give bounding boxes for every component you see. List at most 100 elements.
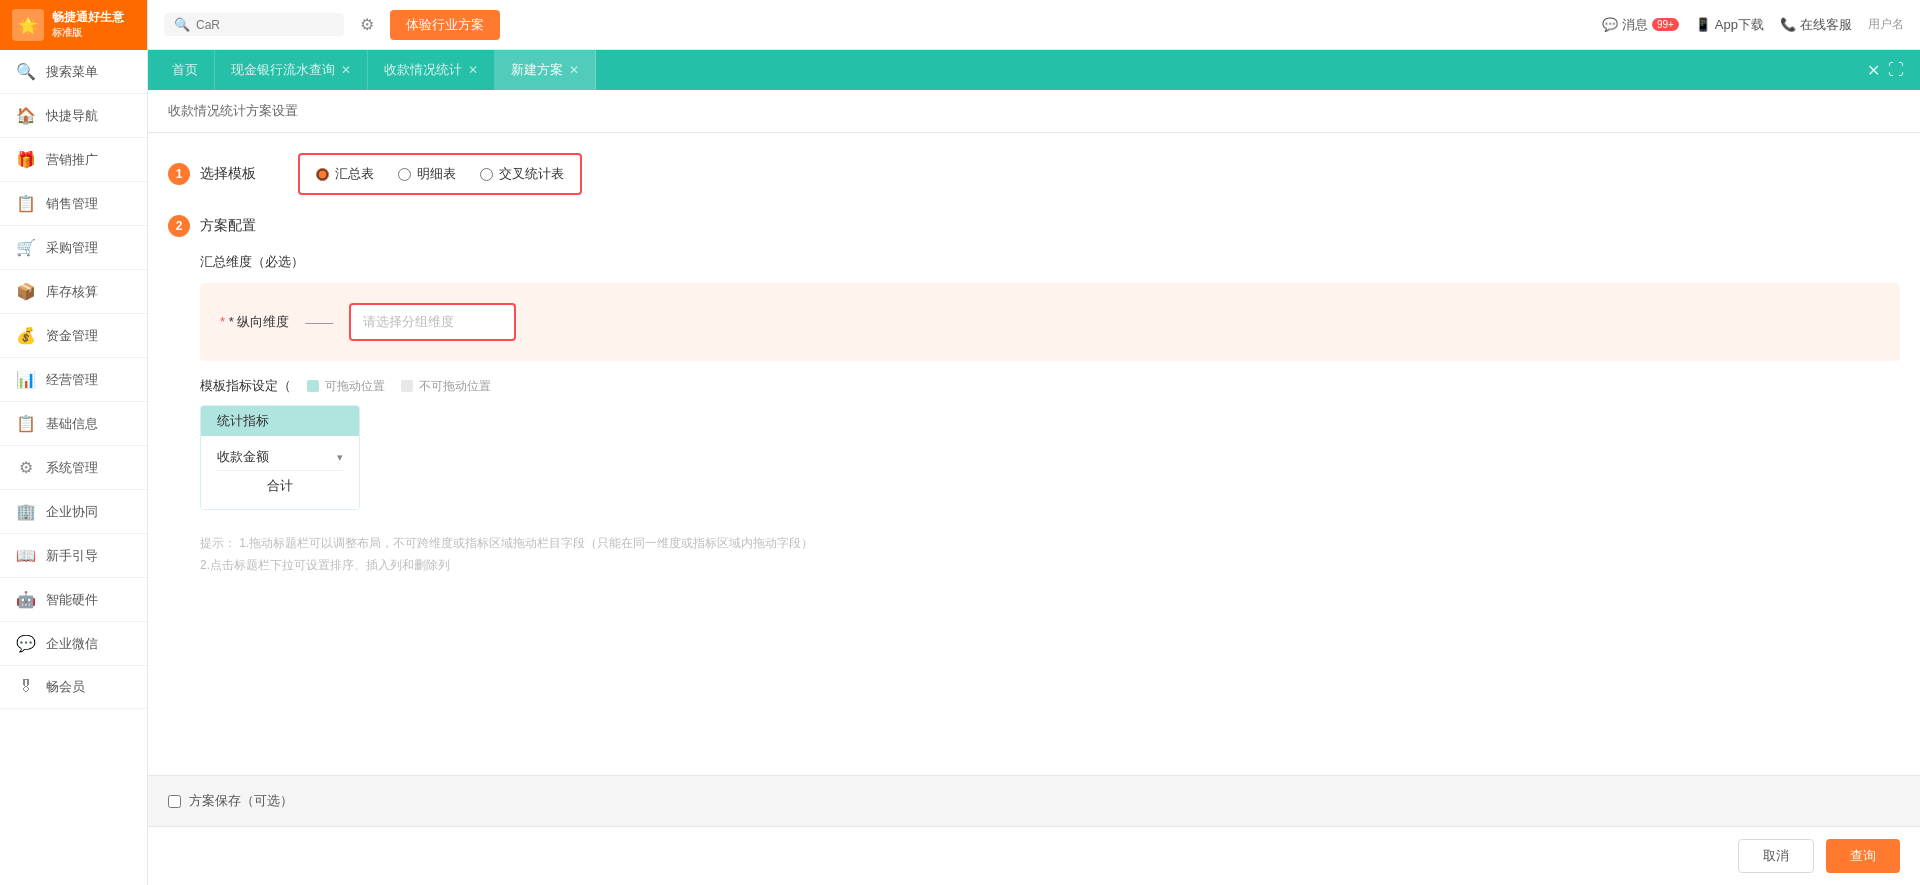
online-support-action[interactable]: 📞 在线客服: [1780, 16, 1852, 34]
cancel-button[interactable]: 取消: [1738, 839, 1814, 873]
sidebar-item-basic-info[interactable]: 📋 基础信息: [0, 402, 147, 446]
tab-home[interactable]: 首页: [156, 50, 215, 90]
page-header: 收款情况统计方案设置: [148, 90, 1920, 133]
sidebar-item-label: 新手引导: [46, 547, 98, 565]
tab-home-label: 首页: [172, 61, 198, 79]
radio-detail-input[interactable]: [398, 168, 411, 181]
sidebar-item-label: 畅会员: [46, 678, 85, 696]
non-draggable-dot: [401, 380, 413, 392]
radio-summary-input[interactable]: [316, 168, 329, 181]
message-icon: 💬: [1602, 17, 1618, 32]
sidebar-item-label: 系统管理: [46, 459, 98, 477]
sidebar-item-label: 销售管理: [46, 195, 98, 213]
enterprise-icon: 🏢: [16, 502, 36, 521]
tab-close-icon[interactable]: ✕: [569, 63, 579, 77]
message-action[interactable]: 💬 消息 99+: [1602, 16, 1679, 34]
query-button[interactable]: 查询: [1826, 839, 1900, 873]
sidebar-item-sales[interactable]: 📋 销售管理: [0, 182, 147, 226]
indicators-grid-header[interactable]: 统计指标: [201, 406, 359, 436]
maximize-window-icon[interactable]: ⛶: [1888, 61, 1904, 79]
tab-bank-flow[interactable]: 现金银行流水查询 ✕: [215, 50, 368, 90]
sidebar-logo: 🌟 畅捷通好生意 标准版: [0, 0, 147, 50]
sidebar-item-marketing[interactable]: 🎁 营销推广: [0, 138, 147, 182]
user-name: 用户名: [1868, 16, 1904, 33]
step1-badge: 1: [168, 163, 190, 185]
tab-collection-stats[interactable]: 收款情况统计 ✕: [368, 50, 495, 90]
industry-btn[interactable]: 体验行业方案: [390, 10, 500, 40]
step2-title: 方案配置: [200, 217, 256, 235]
topbar: 🔍 ⚙ 体验行业方案 💬 消息 99+ 📱 App下载 📞 在线客服 用户名: [148, 0, 1920, 50]
sidebar-item-label: 经营管理: [46, 371, 98, 389]
dimension-area: * * 纵向维度 —— 请选择分组维度: [200, 283, 1900, 361]
indicators-grid: 统计指标 收款金额 ▾ 合计: [200, 405, 360, 510]
purchase-icon: 🛒: [16, 238, 36, 257]
radio-cross[interactable]: 交叉统计表: [480, 165, 564, 183]
indicators-grid-body: 收款金额 ▾ 合计: [201, 436, 359, 509]
form-area: 1 选择模板 汇总表 明细表 交叉统计表: [148, 133, 1920, 775]
sidebar-item-label: 智能硬件: [46, 591, 98, 609]
app-download-action[interactable]: 📱 App下载: [1695, 16, 1764, 34]
indicators-category-label: 统计指标: [217, 412, 269, 430]
tab-collection-stats-label: 收款情况统计: [384, 61, 462, 79]
tab-new-plan-label: 新建方案: [511, 61, 563, 79]
vertical-dimension-label: * * 纵向维度: [220, 313, 289, 331]
gift-icon: 🎁: [16, 150, 36, 169]
sidebar-item-label: 采购管理: [46, 239, 98, 257]
radio-cross-label: 交叉统计表: [499, 165, 564, 183]
tab-close-icon[interactable]: ✕: [341, 63, 351, 77]
save-checkbox[interactable]: [168, 795, 181, 808]
required-mark: *: [220, 314, 225, 329]
member-icon: 🎖: [16, 678, 36, 696]
search-box[interactable]: 🔍: [164, 13, 344, 36]
sidebar-item-beginner-guide[interactable]: 📖 新手引导: [0, 534, 147, 578]
indicator-dropdown-0[interactable]: ▾: [337, 451, 343, 464]
sidebar-item-search-menu[interactable]: 🔍 搜索菜单: [0, 50, 147, 94]
download-icon: 📱: [1695, 17, 1711, 32]
step2-section: 2 方案配置 汇总维度（必选） * * 纵向维度 ——: [168, 215, 1900, 576]
sidebar-item-system[interactable]: ⚙ 系统管理: [0, 446, 147, 490]
tip-2: 2.点击标题栏下拉可设置排序、插入列和删除列: [200, 555, 1868, 577]
home-icon: 🏠: [16, 106, 36, 125]
sidebar-item-finance[interactable]: 💰 资金管理: [0, 314, 147, 358]
dimension-placeholder: 请选择分组维度: [363, 314, 454, 329]
tab-close-icon[interactable]: ✕: [468, 63, 478, 77]
sidebar-item-label: 资金管理: [46, 327, 98, 345]
sidebar-item-operations[interactable]: 📊 经营管理: [0, 358, 147, 402]
legend-non-draggable: 不可拖动位置: [401, 378, 491, 395]
save-label: 方案保存（可选）: [189, 792, 293, 810]
vertical-label-text: * 纵向维度: [229, 314, 290, 329]
sidebar-item-quick-nav[interactable]: 🏠 快捷导航: [0, 94, 147, 138]
notification-badge: 99+: [1652, 18, 1679, 31]
finance-icon: 💰: [16, 326, 36, 345]
online-support-label: 在线客服: [1800, 16, 1852, 34]
sidebar-item-enterprise-wechat[interactable]: 💬 企业微信: [0, 622, 147, 666]
sidebar-item-member[interactable]: 🎖 畅会员: [0, 666, 147, 709]
close-window-icon[interactable]: ✕: [1867, 61, 1880, 80]
sidebar: 🌟 畅捷通好生意 标准版 🔍 搜索菜单 🏠 快捷导航 🎁 营销推广 📋 销售管理…: [0, 0, 148, 885]
logo-icon: 🌟: [12, 9, 44, 41]
non-draggable-label: 不可拖动位置: [419, 378, 491, 395]
sidebar-item-smart-hardware[interactable]: 🤖 智能硬件: [0, 578, 147, 622]
sidebar-item-purchase[interactable]: 🛒 采购管理: [0, 226, 147, 270]
wechat-icon: 💬: [16, 634, 36, 653]
indicator-label-0: 收款金额: [217, 448, 269, 466]
arrow-icon: ——: [305, 314, 333, 330]
sidebar-item-enterprise-collab[interactable]: 🏢 企业协同: [0, 490, 147, 534]
page-content: 收款情况统计方案设置 1 选择模板 汇总表 明细表: [148, 90, 1920, 885]
radio-detail[interactable]: 明细表: [398, 165, 456, 183]
dimension-select[interactable]: 请选择分组维度: [349, 303, 516, 341]
hardware-icon: 🤖: [16, 590, 36, 609]
search-input[interactable]: [196, 18, 316, 32]
settings-icon[interactable]: ⚙: [360, 15, 374, 34]
app-name: 畅捷通好生意: [52, 10, 124, 26]
radio-summary[interactable]: 汇总表: [316, 165, 374, 183]
config-section: 汇总维度（必选） * * 纵向维度 —— 请选择分组维度: [168, 253, 1900, 513]
message-label: 消息: [1622, 16, 1648, 34]
sidebar-item-inventory[interactable]: 📦 库存核算: [0, 270, 147, 314]
radio-cross-input[interactable]: [480, 168, 493, 181]
inventory-icon: 📦: [16, 282, 36, 301]
indicator-row-0[interactable]: 收款金额 ▾: [217, 444, 343, 471]
sales-icon: 📋: [16, 194, 36, 213]
tab-new-plan[interactable]: 新建方案 ✕: [495, 50, 596, 90]
tabs-actions: ✕ ⛶: [1867, 61, 1912, 80]
